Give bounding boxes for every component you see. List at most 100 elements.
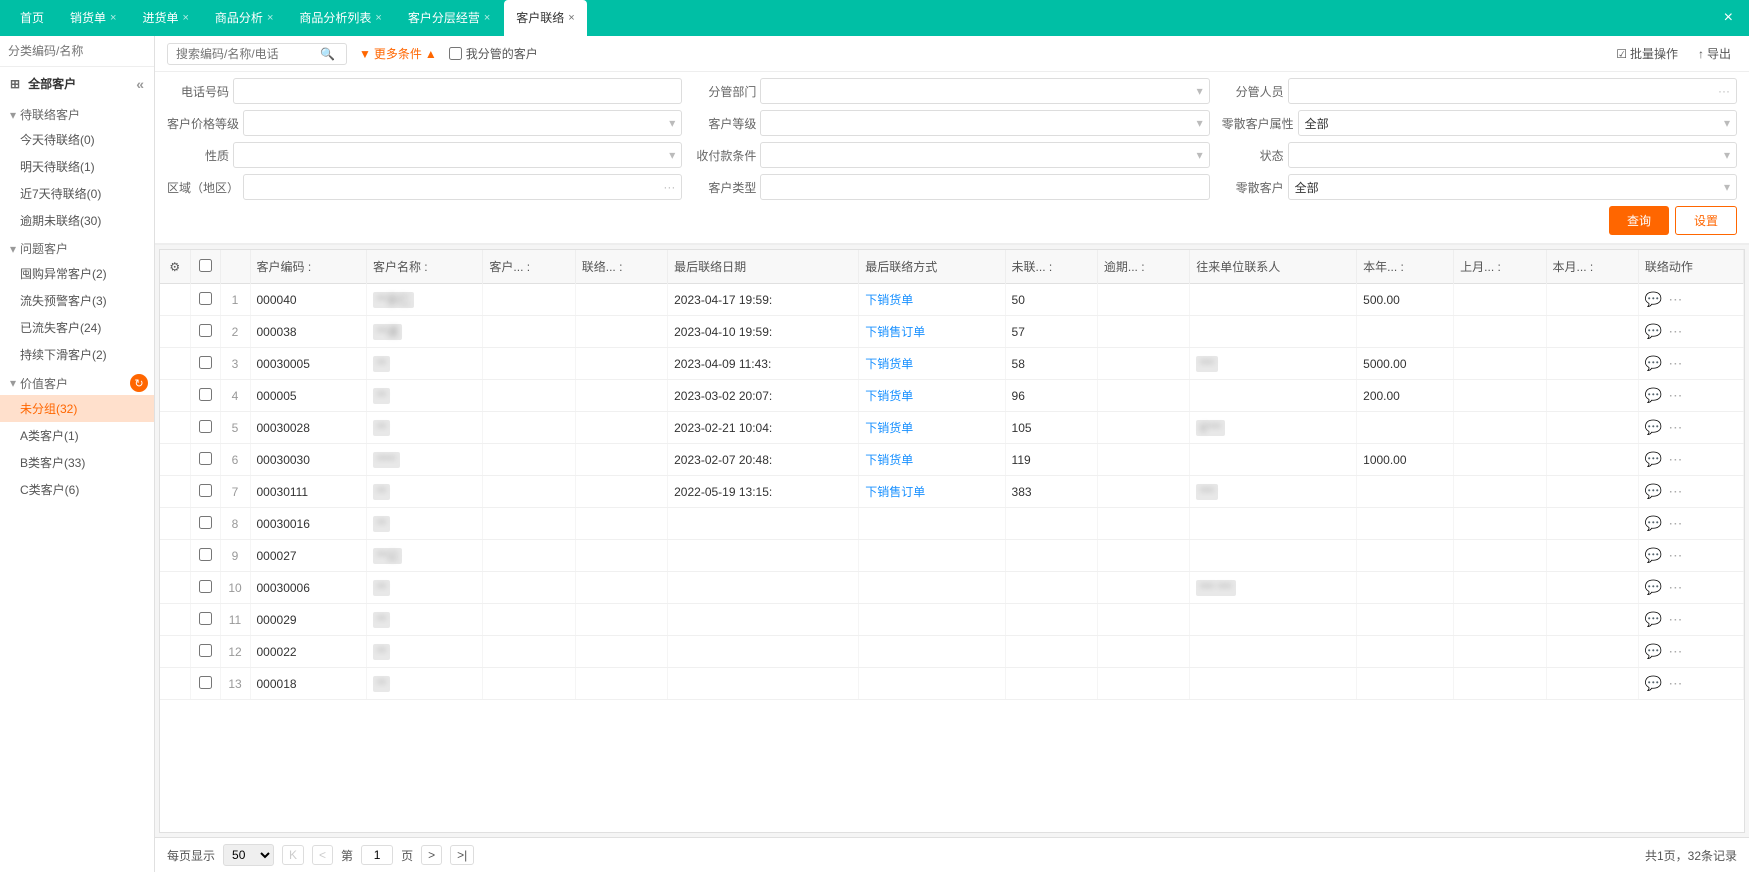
page-size-select[interactable]: 50 100 200 xyxy=(223,844,274,866)
last-contact-link[interactable]: 下销货单 xyxy=(865,357,913,371)
last-contact-way-col-header[interactable]: 最后联络方式 xyxy=(859,250,1005,284)
contact-action-icon[interactable]: 💬 xyxy=(1645,419,1662,436)
last-contact-link[interactable]: 下销货单 xyxy=(865,293,913,307)
contact-action-icon[interactable]: 💬 xyxy=(1645,355,1662,372)
row-checkbox[interactable] xyxy=(199,516,212,529)
row-checkbox[interactable] xyxy=(199,452,212,465)
first-page-button[interactable]: K xyxy=(282,845,304,865)
retail-attr-select[interactable]: 全部 ▾ xyxy=(1298,110,1737,136)
page-number-input[interactable] xyxy=(361,845,393,865)
sidebar-group-value-customers[interactable]: ▾ 价值客户 ↻ xyxy=(0,368,154,395)
row-checkbox-cell[interactable] xyxy=(190,476,220,508)
contact-col-header[interactable]: 联络... : xyxy=(575,250,667,284)
last-contact-date-col-header[interactable]: 最后联络日期 xyxy=(668,250,859,284)
more-action-icon[interactable]: ⋯ xyxy=(1668,675,1682,692)
more-action-icon[interactable]: ⋯ xyxy=(1668,387,1682,404)
row-checkbox[interactable] xyxy=(199,324,212,337)
dept-select[interactable]: ▾ xyxy=(760,78,1209,104)
close-contact-icon[interactable]: × xyxy=(568,0,574,36)
prev-page-button[interactable]: < xyxy=(312,845,333,865)
name-col-header[interactable]: 客户名称 : xyxy=(366,250,482,284)
next-page-button[interactable]: > xyxy=(421,845,442,865)
row-checkbox[interactable] xyxy=(199,612,212,625)
settings-col-header[interactable]: ⚙ xyxy=(160,250,190,284)
row-checkbox-cell[interactable] xyxy=(190,604,220,636)
close-segmentation-icon[interactable]: × xyxy=(484,0,490,36)
my-customers-checkbox[interactable]: 我分管的客户 xyxy=(449,45,538,62)
overdue-col-header[interactable]: 逾期... : xyxy=(1097,250,1189,284)
more-action-icon[interactable]: ⋯ xyxy=(1668,547,1682,564)
more-action-icon[interactable]: ⋯ xyxy=(1668,323,1682,340)
sidebar-group-pending-contact[interactable]: ▾ 待联络客户 xyxy=(0,100,154,126)
row-checkbox[interactable] xyxy=(199,484,212,497)
row-checkbox[interactable] xyxy=(199,388,212,401)
phone-input[interactable] xyxy=(240,84,675,98)
close-purchase-icon[interactable]: × xyxy=(182,0,188,36)
contact-action-icon[interactable]: 💬 xyxy=(1645,675,1662,692)
batch-ops-button[interactable]: ☑ 批量操作 xyxy=(1610,42,1684,65)
sidebar-item-class-c[interactable]: C类客户(6) xyxy=(0,476,154,503)
query-button[interactable]: 查询 xyxy=(1609,206,1669,235)
row-checkbox-cell[interactable] xyxy=(190,316,220,348)
tab-purchase-order[interactable]: 进货单 × xyxy=(130,0,200,36)
sidebar-item-tomorrow[interactable]: 明天待联络(1) xyxy=(0,153,154,180)
row-checkbox-cell[interactable] xyxy=(190,284,220,316)
this-year-col-header[interactable]: 本年... : xyxy=(1357,250,1454,284)
row-checkbox-cell[interactable] xyxy=(190,540,220,572)
contact-action-icon[interactable]: 💬 xyxy=(1645,451,1662,468)
row-checkbox[interactable] xyxy=(199,644,212,657)
code-col-header[interactable]: 客户编码 : xyxy=(250,250,366,284)
row-checkbox[interactable] xyxy=(199,292,212,305)
sidebar-item-7days[interactable]: 近7天待联络(0) xyxy=(0,180,154,207)
nature-select[interactable]: ▾ xyxy=(233,142,682,168)
status-select[interactable]: ▾ xyxy=(1288,142,1737,168)
row-checkbox[interactable] xyxy=(199,420,212,433)
last-contact-link[interactable]: 下销货单 xyxy=(865,389,913,403)
manager-select[interactable]: ··· xyxy=(1288,78,1737,104)
tab-customer-segmentation[interactable]: 客户分层经营 × xyxy=(396,0,502,36)
contact-action-icon[interactable]: 💬 xyxy=(1645,515,1662,532)
close-all-button[interactable]: × xyxy=(1716,9,1741,27)
more-action-icon[interactable]: ⋯ xyxy=(1668,515,1682,532)
contact-action-icon[interactable]: 💬 xyxy=(1645,323,1662,340)
last-contact-link[interactable]: 下销货单 xyxy=(865,421,913,435)
more-action-icon[interactable]: ⋯ xyxy=(1668,419,1682,436)
row-checkbox[interactable] xyxy=(199,580,212,593)
row-checkbox-cell[interactable] xyxy=(190,412,220,444)
all-customers-header[interactable]: ⊞ 全部客户 « xyxy=(0,67,154,100)
close-product-analysis-icon[interactable]: × xyxy=(267,0,273,36)
export-button[interactable]: ↑ 导出 xyxy=(1692,42,1737,65)
contact-action-icon[interactable]: 💬 xyxy=(1645,643,1662,660)
row-checkbox[interactable] xyxy=(199,548,212,561)
tab-home[interactable]: 首页 xyxy=(8,0,56,36)
main-search-icon[interactable]: 🔍 xyxy=(320,47,335,61)
type-col-header[interactable]: 客户... : xyxy=(483,250,575,284)
main-search-box[interactable]: 🔍 xyxy=(167,43,347,65)
customer-type-select[interactable] xyxy=(760,174,1209,200)
this-month-col-header[interactable]: 本月... : xyxy=(1546,250,1638,284)
contact-action-icon[interactable]: 💬 xyxy=(1645,547,1662,564)
contact-action-icon[interactable]: 💬 xyxy=(1645,483,1662,500)
sidebar-item-ungrouped[interactable]: 未分组(32) xyxy=(0,395,154,422)
sidebar-item-churn-warning[interactable]: 流失预警客户(3) xyxy=(0,287,154,314)
tab-product-analysis-list[interactable]: 商品分析列表 × xyxy=(287,0,393,36)
contact-action-icon[interactable]: 💬 xyxy=(1645,387,1662,404)
sidebar-item-today[interactable]: 今天待联络(0) xyxy=(0,126,154,153)
more-action-icon[interactable]: ⋯ xyxy=(1668,291,1682,308)
my-customers-check[interactable] xyxy=(449,47,462,60)
more-action-icon[interactable]: ⋯ xyxy=(1668,483,1682,500)
close-sales-order-icon[interactable]: × xyxy=(110,0,116,36)
not-contacted-col-header[interactable]: 未联... : xyxy=(1005,250,1097,284)
phone-input-control[interactable] xyxy=(233,78,682,104)
sidebar-item-class-a[interactable]: A类客户(1) xyxy=(0,422,154,449)
sidebar-group-problem-customers[interactable]: ▾ 问题客户 xyxy=(0,234,154,260)
tab-sales-order[interactable]: 销货单 × xyxy=(58,0,128,36)
last-page-button[interactable]: >| xyxy=(450,845,474,865)
refresh-icon[interactable]: ↻ xyxy=(130,374,148,392)
main-search-input[interactable] xyxy=(176,47,316,61)
more-action-icon[interactable]: ⋯ xyxy=(1668,643,1682,660)
payment-select[interactable]: ▾ xyxy=(760,142,1209,168)
contact-action-icon[interactable]: 💬 xyxy=(1645,579,1662,596)
tab-product-analysis[interactable]: 商品分析 × xyxy=(203,0,285,36)
sidebar-item-abnormal[interactable]: 囤购异常客户(2) xyxy=(0,260,154,287)
